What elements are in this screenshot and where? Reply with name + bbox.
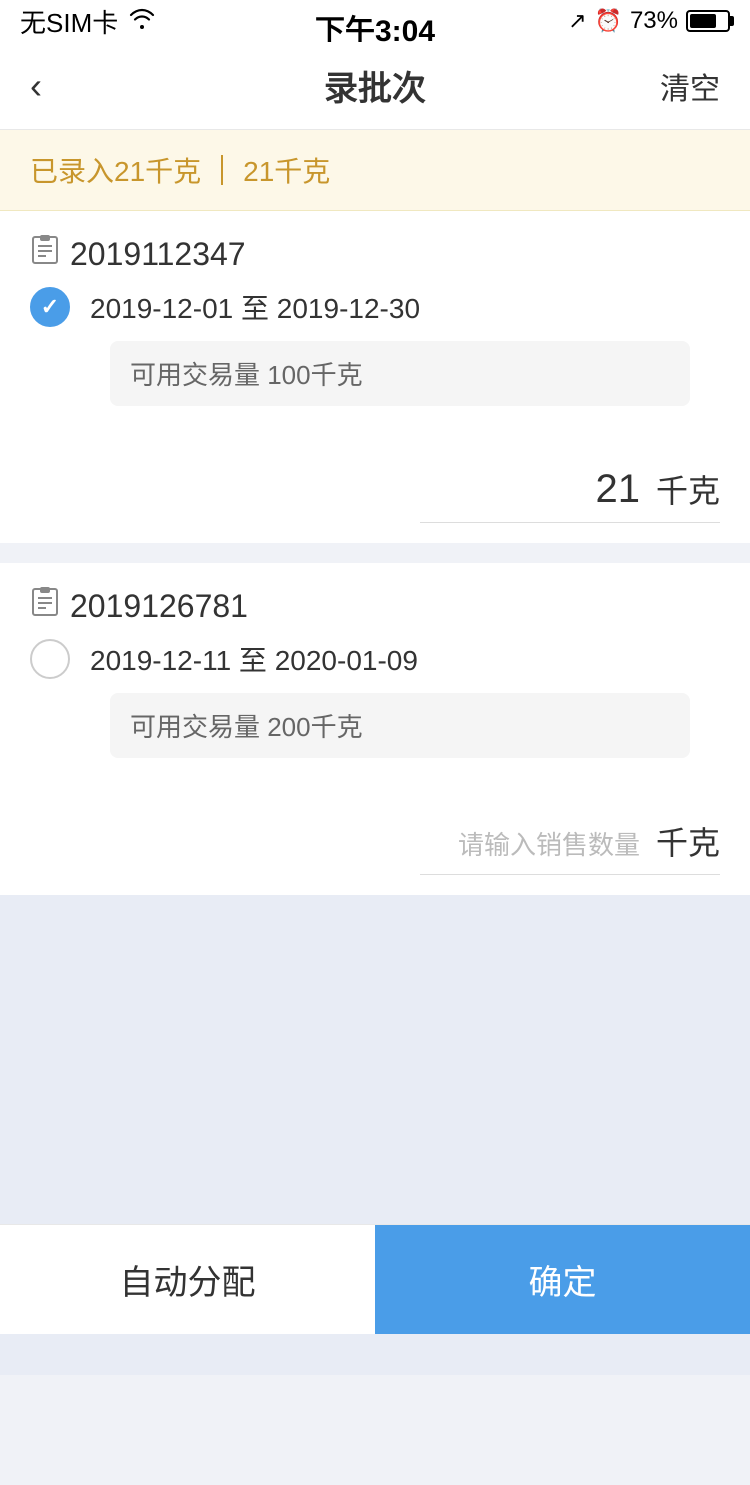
batch-id-text-1: 2019112347: [70, 236, 246, 273]
quantity-input-2[interactable]: [440, 819, 640, 864]
carrier-text: 无SIM卡: [20, 3, 118, 40]
info-banner: 已录入21千克 21千克: [0, 130, 750, 211]
batch-available-2: 可用交易量 200千克: [110, 693, 690, 758]
batch-id-icon-1: [30, 235, 60, 273]
recorded-value: 21千克: [243, 150, 330, 190]
batch-date-text-1: 2019-12-01 至 2019-12-30: [90, 287, 420, 327]
batch-date-row-1: 2019-12-01 至 2019-12-30: [30, 287, 720, 327]
clear-button[interactable]: 清空: [660, 64, 720, 108]
batch-item-2: 2019126781 2019-12-11 至 2020-01-09 可用交易量…: [0, 563, 750, 895]
location-icon: ↗: [568, 8, 586, 34]
back-button[interactable]: ‹: [30, 65, 42, 107]
battery-percent: 73%: [630, 7, 678, 35]
status-right: ↗ ⏰ 73%: [568, 7, 730, 35]
quantity-row-1: 千克: [0, 450, 750, 522]
nav-bar: ‹ 录批次 清空: [0, 42, 750, 130]
batch-id-icon-2: [30, 587, 60, 625]
quantity-input-1[interactable]: [440, 467, 640, 512]
batch-date-text-2: 2019-12-11 至 2020-01-09: [90, 639, 418, 679]
batch-id-row-2: 2019126781: [30, 587, 720, 625]
batch-radio-2[interactable]: [30, 639, 70, 679]
confirm-button[interactable]: 确定: [375, 1225, 750, 1334]
batch-available-1: 可用交易量 100千克: [110, 341, 690, 406]
batch-radio-1[interactable]: [30, 287, 70, 327]
alarm-icon: ⏰: [595, 8, 622, 34]
status-left: 无SIM卡: [20, 3, 156, 40]
quantity-unit-2: 千克: [656, 818, 720, 864]
status-bar: 无SIM卡 下午3:04 ↗ ⏰ 73%: [0, 0, 750, 42]
battery-icon: [686, 10, 730, 32]
batch-divider: [0, 543, 750, 563]
batch-date-row-2: 2019-12-11 至 2020-01-09: [30, 639, 720, 679]
wifi-icon: [128, 7, 156, 35]
auto-assign-button[interactable]: 自动分配: [0, 1225, 375, 1334]
batch-id-text-2: 2019126781: [70, 588, 248, 625]
page-title: 录批次: [324, 61, 426, 110]
recorded-amount: 已录入21千克: [30, 150, 201, 190]
batch-id-row-1: 2019112347: [30, 235, 720, 273]
quantity-row-2: 千克: [0, 802, 750, 874]
banner-divider: [221, 155, 223, 185]
bottom-bar: 自动分配 确定: [0, 1224, 750, 1334]
quantity-unit-1: 千克: [656, 466, 720, 512]
batch-item-1: 2019112347 2019-12-01 至 2019-12-30 可用交易量…: [0, 211, 750, 543]
